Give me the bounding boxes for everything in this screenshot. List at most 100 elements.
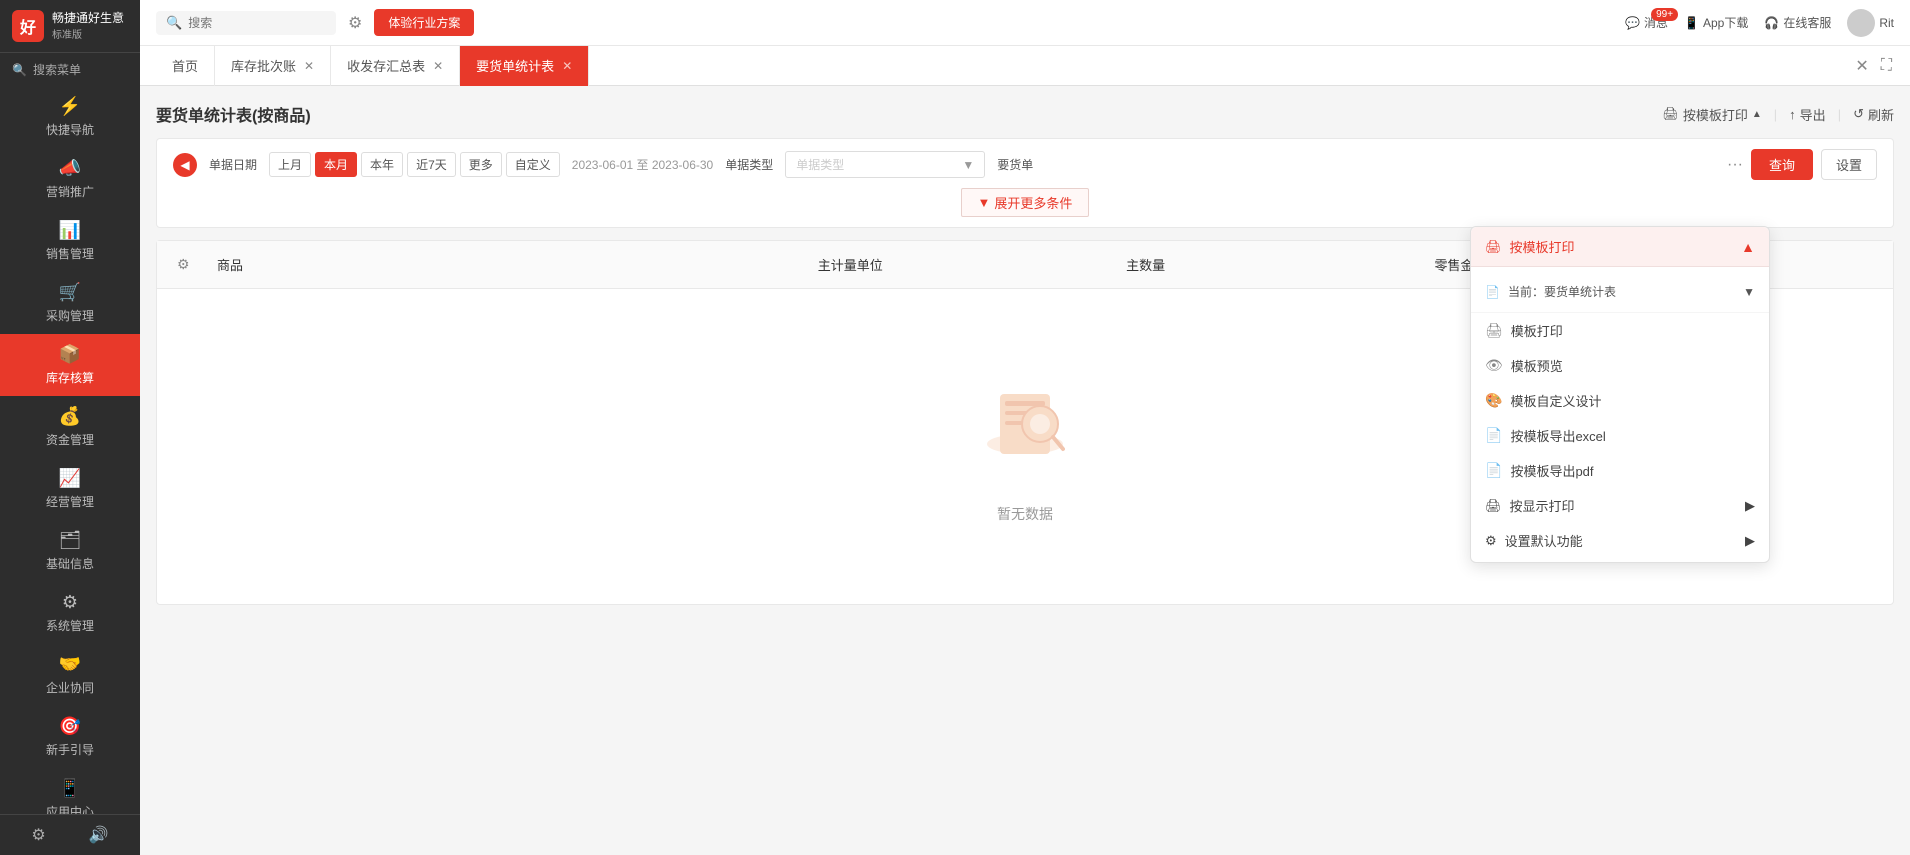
online-service-action[interactable]: 🎧 在线客服 xyxy=(1764,14,1831,31)
topbar-gear-icon[interactable]: ⚙ xyxy=(348,13,362,33)
volume-bottom-icon[interactable]: 🔊 xyxy=(89,825,109,845)
default-func-item[interactable]: ⚙ 设置默认功能 ▶ xyxy=(1471,523,1769,558)
app-name: 畅捷通好生意 xyxy=(52,11,124,27)
sidebar-item-inventory[interactable]: 📦 库存核算 xyxy=(0,334,140,396)
settings-bottom-icon[interactable]: ⚙ xyxy=(31,825,45,845)
tab-receipt-summary-close[interactable]: ✕ xyxy=(433,59,443,73)
operations-icon: 📈 xyxy=(59,468,81,489)
tab-order-stats-close[interactable]: ✕ xyxy=(562,59,572,73)
date-btn-more[interactable]: 更多 xyxy=(460,152,502,177)
page-header: 要货单统计表(按商品) 🖨 按模板打印 ▲ | ↑ 导出 | ↺ 刷新 xyxy=(156,102,1894,126)
settings-button[interactable]: 设置 xyxy=(1821,149,1877,180)
sidebar: 好 畅捷通好生意 标准版 🔍 搜索菜单 ⚡ 快捷导航 📣 营销推广 📊 销售管理… xyxy=(0,0,140,855)
template-excel-label: 按模板导出excel xyxy=(1510,426,1605,445)
template-pdf-item[interactable]: 📄 按模板导出pdf xyxy=(1471,453,1769,488)
date-btn-7-days[interactable]: 近7天 xyxy=(407,152,456,177)
tab-home-label: 首页 xyxy=(172,56,198,75)
filter-collapse-icon[interactable]: ◀ xyxy=(173,153,197,177)
template-pdf-icon: 📄 xyxy=(1485,462,1502,479)
topbar-search-input[interactable] xyxy=(188,16,326,30)
refresh-btn-label: 刷新 xyxy=(1868,105,1894,124)
expand-filter-button[interactable]: ▼ 展开更多条件 xyxy=(961,188,1090,217)
current-template-section: 📄 当前：要货单统计表 ▼ xyxy=(1471,271,1769,313)
sidebar-item-quick-nav[interactable]: ⚡ 快捷导航 xyxy=(0,86,140,148)
tab-close-window-icon[interactable]: ✕ xyxy=(1853,54,1870,78)
tab-order-stats[interactable]: 要货单统计表 ✕ xyxy=(460,46,589,86)
industry-solution-button[interactable]: 体验行业方案 xyxy=(374,9,474,36)
separator-1: | xyxy=(1774,107,1777,122)
sidebar-item-enterprise[interactable]: 🤝 企业协同 xyxy=(0,644,140,706)
default-func-icon: ⚙ xyxy=(1485,533,1497,549)
refresh-button[interactable]: ↺ 刷新 xyxy=(1853,105,1894,124)
dropdown-collapse-icon[interactable]: ▲ xyxy=(1741,239,1755,255)
tab-home[interactable]: 首页 xyxy=(156,46,215,86)
query-button[interactable]: 查询 xyxy=(1751,149,1813,180)
sidebar-item-guide[interactable]: 🎯 新手引导 xyxy=(0,706,140,768)
print-btn-label: 按模板打印 xyxy=(1683,105,1748,124)
template-custom-item[interactable]: 🎨 模板自定义设计 xyxy=(1471,383,1769,418)
sidebar-item-purchase[interactable]: 🛒 采购管理 xyxy=(0,272,140,334)
date-btn-custom[interactable]: 自定义 xyxy=(506,152,560,177)
display-print-item[interactable]: 🖨 按显示打印 ▶ xyxy=(1471,488,1769,523)
system-icon: ⚙ xyxy=(62,592,78,613)
sidebar-item-basic-info[interactable]: 🗂 基础信息 xyxy=(0,520,140,582)
main-area: 🔍 ⚙ 体验行业方案 💬 消息 99+ 📱 App下载 🎧 在线客服 Rit xyxy=(140,0,1910,855)
current-template-header[interactable]: 📄 当前：要货单统计表 ▼ xyxy=(1485,279,1755,304)
print-icon: 🖨 xyxy=(1662,106,1679,122)
dropdown-body: 📄 当前：要货单统计表 ▼ 🖨 模板打印 👁 模板预览 xyxy=(1471,267,1769,562)
template-section-icon: 📄 xyxy=(1485,285,1500,299)
tab-batch-account-label: 库存批次账 xyxy=(231,56,296,75)
app-download-action[interactable]: 📱 App下载 xyxy=(1684,14,1748,31)
col-product-header: 商品 xyxy=(209,249,810,280)
export-icon: ↑ xyxy=(1789,107,1796,122)
date-filter-group: 上月 本月 本年 近7天 更多 自定义 xyxy=(269,152,560,177)
sidebar-item-label: 采购管理 xyxy=(46,307,94,324)
sidebar-search[interactable]: 🔍 搜索菜单 xyxy=(0,53,140,86)
sidebar-item-finance[interactable]: 💰 资金管理 xyxy=(0,396,140,458)
sidebar-search-label: 搜索菜单 xyxy=(33,61,81,78)
sidebar-item-system[interactable]: ⚙ 系统管理 xyxy=(0,582,140,644)
date-btn-last-month[interactable]: 上月 xyxy=(269,152,311,177)
sidebar-logo: 好 畅捷通好生意 标准版 xyxy=(0,0,140,53)
type-filter-select[interactable]: 单据类型 ▼ xyxy=(785,151,985,178)
print-template-button[interactable]: 🖨 按模板打印 ▲ xyxy=(1662,105,1761,124)
template-print-item[interactable]: 🖨 模板打印 xyxy=(1471,313,1769,348)
empty-state-icon xyxy=(975,369,1075,488)
table-gear-icon[interactable]: ⚙ xyxy=(177,256,190,272)
export-button[interactable]: ↑ 导出 xyxy=(1789,105,1826,124)
inventory-icon: 📦 xyxy=(59,344,81,365)
sidebar-item-label: 快捷导航 xyxy=(46,121,94,138)
template-excel-item[interactable]: 📄 按模板导出excel xyxy=(1471,418,1769,453)
more-options-icon[interactable]: ··· xyxy=(1727,156,1743,174)
display-print-label: 按显示打印 xyxy=(1510,496,1575,515)
empty-state-text: 暂无数据 xyxy=(997,504,1053,524)
topbar-search-box[interactable]: 🔍 xyxy=(156,11,336,35)
filter-right-actions: ··· 查询 设置 xyxy=(1727,149,1877,180)
current-template-label: 当前：要货单统计表 xyxy=(1508,283,1616,300)
dropdown-header-label: 按模板打印 xyxy=(1510,237,1575,256)
topbar-search-icon: 🔍 xyxy=(166,15,182,31)
sidebar-item-label: 营销推广 xyxy=(46,183,94,200)
tab-batch-account-close[interactable]: ✕ xyxy=(304,59,314,73)
page-actions: 🖨 按模板打印 ▲ | ↑ 导出 | ↺ 刷新 xyxy=(1662,105,1894,124)
default-func-label: 设置默认功能 xyxy=(1505,531,1583,550)
app-logo-icon: 好 xyxy=(12,10,44,42)
tab-receipt-summary[interactable]: 收发存汇总表 ✕ xyxy=(331,46,460,86)
sidebar-item-sales[interactable]: 📊 销售管理 xyxy=(0,210,140,272)
date-btn-this-month[interactable]: 本月 xyxy=(315,152,357,177)
sidebar-item-marketing[interactable]: 📣 营销推广 xyxy=(0,148,140,210)
sidebar-item-operations[interactable]: 📈 经营管理 xyxy=(0,458,140,520)
sidebar-item-app-center[interactable]: 📱 应用中心 xyxy=(0,768,140,814)
tab-maximize-window-icon[interactable]: ⛶ xyxy=(1879,55,1894,77)
display-print-icon: 🖨 xyxy=(1485,498,1502,514)
message-action[interactable]: 💬 消息 99+ xyxy=(1625,14,1668,31)
app-name-block: 畅捷通好生意 标准版 xyxy=(52,11,124,42)
tab-batch-account[interactable]: 库存批次账 ✕ xyxy=(215,46,331,86)
date-btn-this-year[interactable]: 本年 xyxy=(361,152,403,177)
sidebar-item-label: 基础信息 xyxy=(46,555,94,572)
expand-icon: ▼ xyxy=(978,195,991,210)
user-avatar-action[interactable]: Rit xyxy=(1847,9,1894,37)
print-chevron-icon: ▲ xyxy=(1752,109,1762,120)
sidebar-bottom: ⚙ 🔊 xyxy=(0,814,140,855)
template-preview-item[interactable]: 👁 模板预览 xyxy=(1471,348,1769,383)
